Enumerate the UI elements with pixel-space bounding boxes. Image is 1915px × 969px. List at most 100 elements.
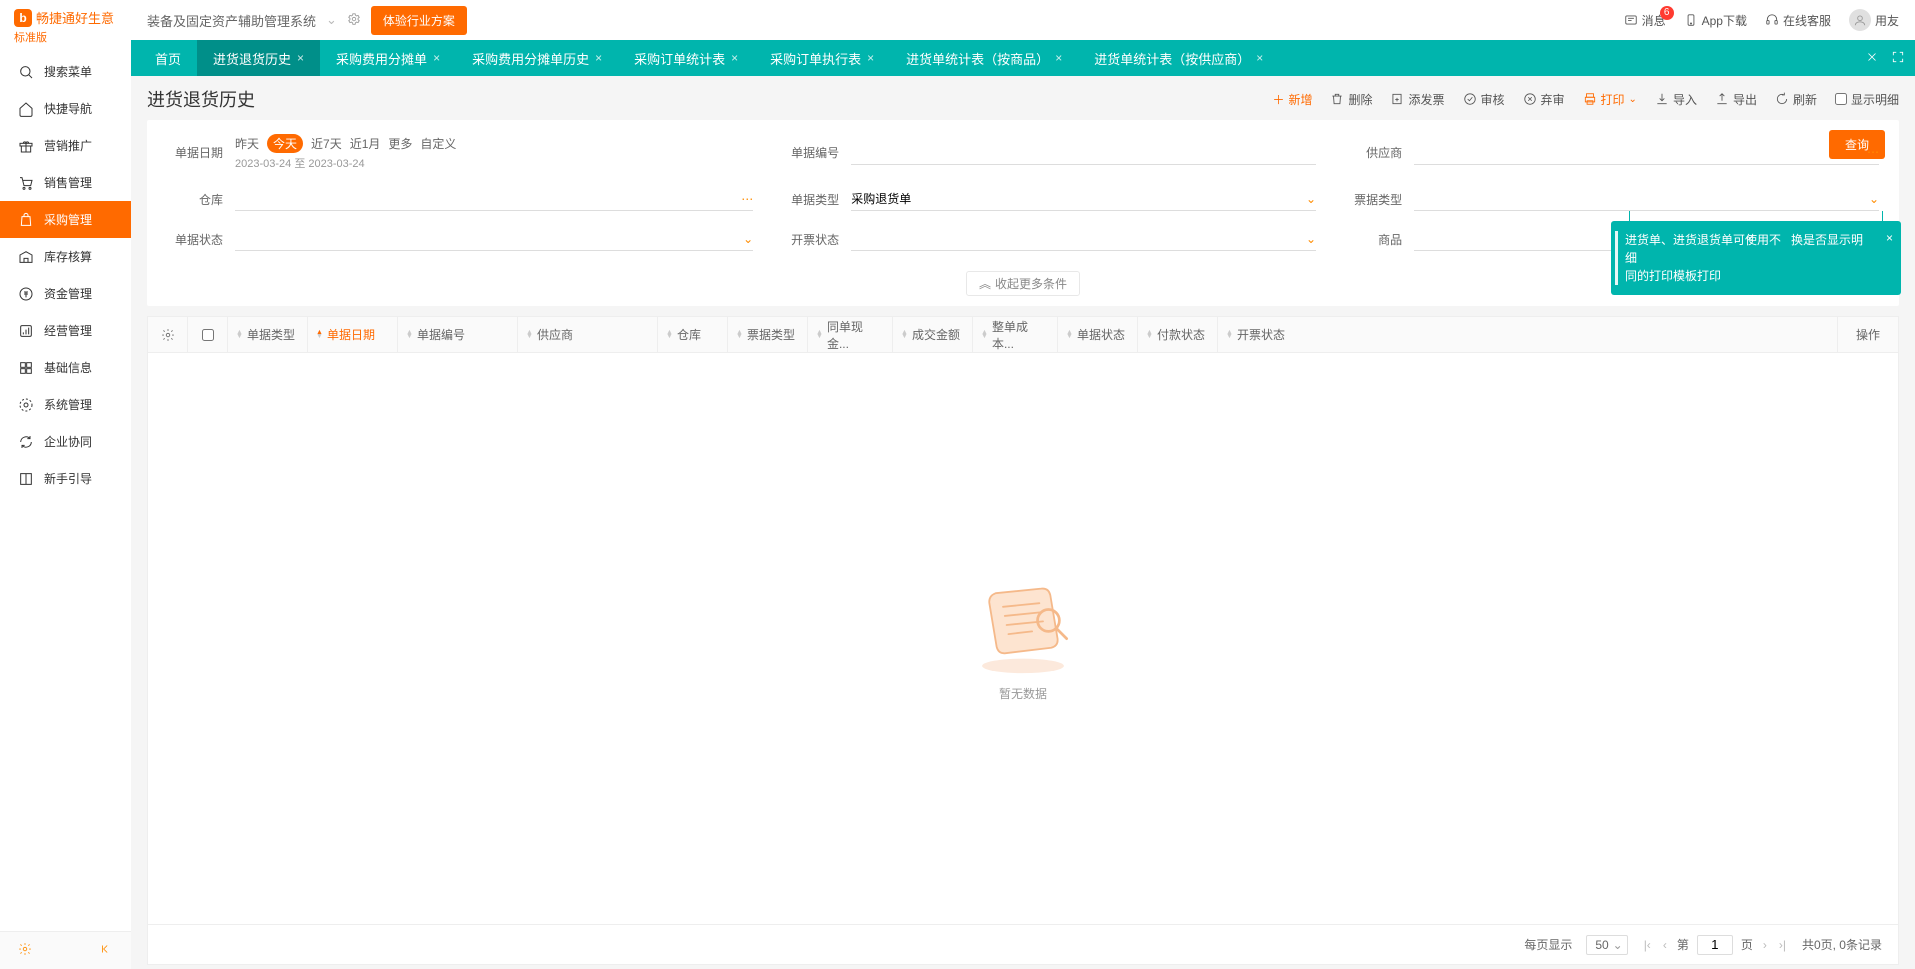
invstatus-label: 开票状态: [783, 231, 839, 248]
close-icon[interactable]: ×: [433, 51, 440, 65]
nav-operation[interactable]: 经营管理: [0, 312, 131, 349]
date-tag-1m[interactable]: 近1月: [350, 135, 381, 152]
nav-quicknav[interactable]: 快捷导航: [0, 90, 131, 127]
more-icon[interactable]: ⋯: [1867, 145, 1879, 159]
system-settings-icon[interactable]: [347, 12, 361, 29]
doctype-input[interactable]: [851, 192, 1306, 206]
nav-system[interactable]: 系统管理: [0, 386, 131, 423]
col-docstatus[interactable]: ▲▼单据状态: [1058, 317, 1138, 352]
tab-return-history[interactable]: 进货退货历史×: [197, 40, 320, 76]
close-icon[interactable]: ×: [297, 51, 304, 65]
col-docdate[interactable]: ▲▼单据日期: [308, 317, 398, 352]
close-icon[interactable]: ×: [731, 51, 738, 65]
last-page-button[interactable]: ›|: [1777, 938, 1788, 952]
nav-label: 新手引导: [44, 470, 92, 487]
tab-goods-stats-product[interactable]: 进货单统计表（按商品）×: [890, 40, 1078, 76]
tab-home[interactable]: 首页: [139, 40, 197, 76]
chevron-down-icon[interactable]: ⌄: [1306, 192, 1316, 206]
invstatus-input[interactable]: [851, 232, 1306, 246]
page-input[interactable]: [1697, 935, 1733, 955]
nav-search[interactable]: 搜索菜单: [0, 53, 131, 90]
nav-sales[interactable]: 销售管理: [0, 164, 131, 201]
nav-guide[interactable]: 新手引导: [0, 460, 131, 497]
per-page-select[interactable]: 50 ⌄: [1586, 935, 1627, 955]
chevron-down-icon[interactable]: ⌄: [1869, 192, 1879, 206]
tip-close-icon[interactable]: ×: [1747, 231, 1753, 248]
topbar: 装备及固定资产辅助管理系统 ⌄ 体验行业方案 消息 6 App下载 在线客服: [131, 0, 1915, 40]
tab-po-exec[interactable]: 采购订单执行表×: [754, 40, 890, 76]
trash-icon: [1330, 92, 1344, 106]
close-icon[interactable]: ×: [1256, 51, 1263, 65]
print-button[interactable]: 打印⌄: [1583, 91, 1637, 108]
date-tag-today[interactable]: 今天: [267, 134, 303, 153]
col-cost[interactable]: ▲▼整单成本...: [973, 317, 1058, 352]
online-service-button[interactable]: 在线客服: [1765, 12, 1831, 29]
export-button[interactable]: 导出: [1715, 91, 1757, 108]
app-download-button[interactable]: App下载: [1684, 12, 1747, 29]
sort-icon: ▲▼: [1226, 331, 1233, 339]
date-tag-yesterday[interactable]: 昨天: [235, 135, 259, 152]
col-cash[interactable]: ▲▼同单现金...: [808, 317, 893, 352]
show-detail-checkbox[interactable]: [1835, 93, 1847, 105]
tabs-close-all-icon[interactable]: [1865, 50, 1879, 67]
supplier-input[interactable]: [1414, 145, 1867, 159]
docno-input[interactable]: [851, 141, 1316, 165]
col-billtype[interactable]: ▲▼票据类型: [728, 317, 808, 352]
chevron-down-icon[interactable]: ⌄: [743, 232, 753, 246]
col-paystatus[interactable]: ▲▼付款状态: [1138, 317, 1218, 352]
tabs-fullscreen-icon[interactable]: [1891, 50, 1905, 67]
nav-purchase[interactable]: 采购管理: [0, 201, 131, 238]
select-all-checkbox[interactable]: [202, 329, 214, 341]
column-settings-button[interactable]: [148, 317, 188, 352]
import-button[interactable]: 导入: [1655, 91, 1697, 108]
close-icon[interactable]: ×: [595, 51, 602, 65]
add-button[interactable]: ＋新增: [1272, 91, 1312, 108]
close-icon[interactable]: ×: [867, 51, 874, 65]
col-deal-amount[interactable]: ▲▼成交金额: [893, 317, 973, 352]
collapse-filters-button[interactable]: ︽收起更多条件: [966, 271, 1080, 296]
billtype-input[interactable]: [1414, 192, 1869, 206]
audit-button[interactable]: 审核: [1463, 91, 1505, 108]
system-select[interactable]: 装备及固定资产辅助管理系统 ⌄: [147, 11, 337, 30]
select-all-cell[interactable]: [188, 317, 228, 352]
close-icon[interactable]: ×: [1055, 51, 1062, 65]
delete-button[interactable]: 删除: [1330, 91, 1372, 108]
warehouse-input[interactable]: [235, 192, 741, 206]
nav-funds[interactable]: 资金管理: [0, 275, 131, 312]
messages-button[interactable]: 消息 6: [1624, 12, 1666, 29]
col-docno[interactable]: ▲▼单据编号: [398, 317, 518, 352]
sidebar: b 畅捷通好生意 标准版 搜索菜单 快捷导航 营销推广 销售管理 采购管理 库存…: [0, 0, 131, 969]
chevron-down-icon[interactable]: ⌄: [1306, 232, 1316, 246]
industry-plan-button[interactable]: 体验行业方案: [371, 6, 467, 35]
more-icon[interactable]: ⋯: [741, 192, 753, 206]
tab-goods-stats-supplier[interactable]: 进货单统计表（按供应商）×: [1078, 40, 1279, 76]
tab-alloc-order[interactable]: 采购费用分摊单×: [320, 40, 456, 76]
first-page-button[interactable]: |‹: [1642, 938, 1653, 952]
show-detail-check[interactable]: 显示明细: [1835, 91, 1899, 108]
date-tag-7d[interactable]: 近7天: [311, 135, 342, 152]
user-menu[interactable]: 用友: [1849, 9, 1899, 31]
nav-basedata[interactable]: 基础信息: [0, 349, 131, 386]
col-supplier[interactable]: ▲▼供应商: [518, 317, 658, 352]
refresh-button[interactable]: 刷新: [1775, 91, 1817, 108]
date-tag-more[interactable]: 更多: [388, 135, 412, 152]
col-warehouse[interactable]: ▲▼仓库: [658, 317, 728, 352]
next-page-button[interactable]: ›: [1761, 938, 1769, 952]
add-invoice-button[interactable]: 添发票: [1390, 91, 1444, 108]
nav-marketing[interactable]: 营销推广: [0, 127, 131, 164]
discard-audit-button[interactable]: 弃审: [1523, 91, 1565, 108]
tab-po-stats[interactable]: 采购订单统计表×: [618, 40, 754, 76]
phone-icon: [1684, 13, 1698, 27]
col-invstatus[interactable]: ▲▼开票状态: [1218, 317, 1838, 352]
tab-alloc-history[interactable]: 采购费用分摊单历史×: [456, 40, 618, 76]
docstatus-input[interactable]: [235, 232, 743, 246]
nav-collab[interactable]: 企业协同: [0, 423, 131, 460]
collapse-sidebar-icon[interactable]: [99, 942, 113, 959]
col-doctype[interactable]: ▲▼单据类型: [228, 317, 308, 352]
settings-icon[interactable]: [18, 942, 32, 959]
prev-page-button[interactable]: ‹: [1661, 938, 1669, 952]
nav-inventory[interactable]: 库存核算: [0, 238, 131, 275]
date-tag-custom[interactable]: 自定义: [420, 135, 456, 152]
data-table: ▲▼单据类型 ▲▼单据日期 ▲▼单据编号 ▲▼供应商 ▲▼仓库 ▲▼票据类型 ▲…: [147, 316, 1899, 965]
tip-close-icon[interactable]: ×: [1886, 229, 1893, 247]
